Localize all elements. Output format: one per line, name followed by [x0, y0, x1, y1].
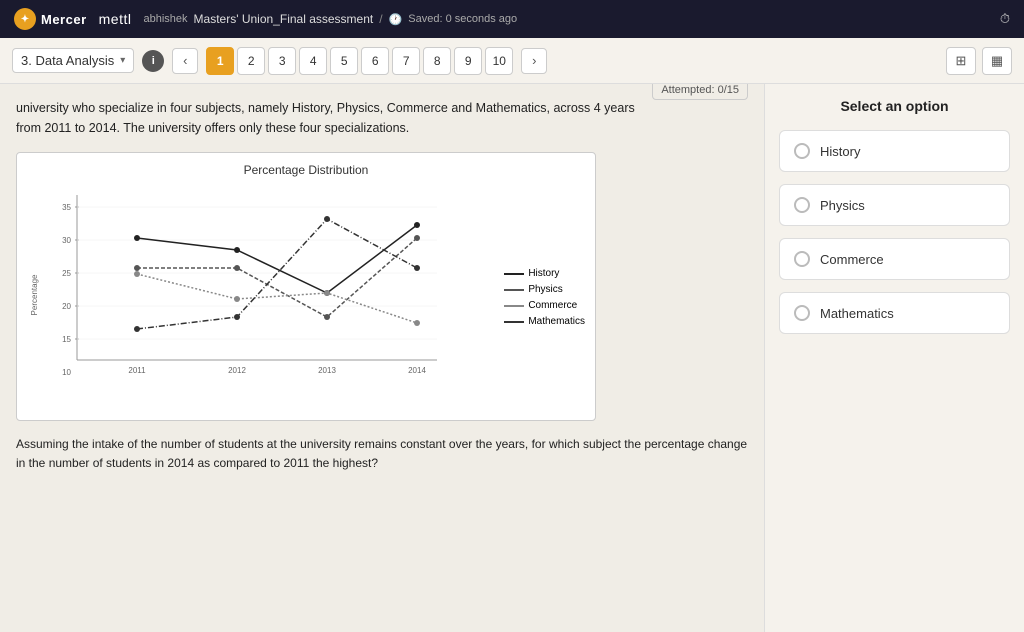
page-btn-7[interactable]: 7 [392, 47, 420, 75]
svg-text:25: 25 [62, 269, 71, 278]
page-btn-10[interactable]: 10 [485, 47, 513, 75]
toolbar: 3. Data Analysis ▾ i ‹ 12345678910 › ⊞ ▦ [0, 38, 1024, 84]
option-physics-label: Physics [820, 198, 865, 213]
legend-mathematics-label: Mathematics [528, 316, 585, 327]
option-commerce-radio[interactable] [794, 251, 810, 267]
svg-text:15: 15 [62, 335, 71, 344]
section-label: 3. Data Analysis [21, 53, 114, 68]
saved-status: Saved: 0 seconds ago [408, 13, 517, 25]
chart-title: Percentage Distribution [27, 163, 585, 177]
grid-view-button[interactable]: ⊞ [946, 47, 976, 75]
mercer-logo-icon: ✦ [14, 8, 36, 30]
svg-text:Percentage: Percentage [30, 274, 39, 315]
option-physics[interactable]: Physics [779, 184, 1010, 226]
mercer-logo: ✦ Mercer [14, 8, 87, 30]
legend-history-label: History [528, 268, 559, 279]
svg-text:2013: 2013 [318, 366, 336, 375]
chart-legend: History Physics Commerce Mathematics [498, 185, 585, 410]
info-button[interactable]: i [142, 50, 164, 72]
legend-commerce: Commerce [504, 300, 585, 311]
bottom-question: Assuming the intake of the number of stu… [16, 435, 748, 473]
prev-arrow-icon: ‹ [183, 53, 187, 68]
toolbar-right-icons: ⊞ ▦ [946, 47, 1012, 75]
svg-text:30: 30 [62, 236, 71, 245]
option-history-radio[interactable] [794, 143, 810, 159]
page-btn-8[interactable]: 8 [423, 47, 451, 75]
page-btn-5[interactable]: 5 [330, 47, 358, 75]
svg-text:35: 35 [62, 203, 71, 212]
chart-container: Percentage Distribution Percentage 35 30 [16, 152, 596, 421]
topbar: ✦ Mercer mettl abhishek Masters' Union_F… [0, 0, 1024, 38]
dropdown-arrow-icon: ▾ [120, 55, 125, 66]
legend-history: History [504, 268, 585, 279]
svg-text:20: 20 [62, 302, 71, 311]
option-history[interactable]: History [779, 130, 1010, 172]
mercer-brand: Mercer [41, 12, 87, 27]
info-icon: i [152, 55, 155, 67]
legend-physics: Physics [504, 284, 585, 295]
page-btn-3[interactable]: 3 [268, 47, 296, 75]
svg-text:2011: 2011 [128, 366, 146, 375]
page-btn-9[interactable]: 9 [454, 47, 482, 75]
page-btn-4[interactable]: 4 [299, 47, 327, 75]
option-history-label: History [820, 144, 860, 159]
chart-svg-area: Percentage 35 30 25 [27, 185, 488, 410]
table-icon: ▦ [991, 53, 1003, 69]
page-numbers: 12345678910 [206, 47, 513, 75]
option-mathematics-radio[interactable] [794, 305, 810, 321]
grid-icon: ⊞ [956, 53, 967, 69]
chart-wrapper: Percentage 35 30 25 [27, 185, 585, 410]
save-icon: 🕐 [389, 13, 403, 26]
right-panel: Select an option History Physics Commerc… [764, 84, 1024, 632]
question-text: university who specialize in four subjec… [16, 98, 748, 138]
assessment-path: Masters' Union_Final assessment [194, 12, 374, 26]
username: abhishek [143, 13, 187, 25]
option-commerce[interactable]: Commerce [779, 238, 1010, 280]
table-view-button[interactable]: ▦ [982, 47, 1012, 75]
option-mathematics[interactable]: Mathematics [779, 292, 1010, 334]
chart-svg: Percentage 35 30 25 [27, 185, 457, 405]
option-physics-radio[interactable] [794, 197, 810, 213]
page-btn-2[interactable]: 2 [237, 47, 265, 75]
path-separator: / [379, 12, 382, 26]
svg-text:2014: 2014 [408, 366, 426, 375]
option-mathematics-label: Mathematics [820, 306, 894, 321]
option-commerce-label: Commerce [820, 252, 884, 267]
legend-mathematics: Mathematics [504, 316, 585, 327]
prev-page-button[interactable]: ‹ [172, 48, 198, 74]
topbar-center: abhishek Masters' Union_Final assessment… [143, 12, 987, 26]
legend-commerce-label: Commerce [528, 300, 577, 311]
legend-physics-label: Physics [528, 284, 562, 295]
svg-text:2012: 2012 [228, 366, 246, 375]
attempted-badge: Attempted: 0/15 [652, 84, 748, 100]
select-option-title: Select an option [779, 98, 1010, 114]
page-btn-1[interactable]: 1 [206, 47, 234, 75]
page-btn-6[interactable]: 6 [361, 47, 389, 75]
section-dropdown[interactable]: 3. Data Analysis ▾ [12, 48, 134, 73]
topbar-timer: ⏱ [1000, 11, 1010, 27]
svg-text:10: 10 [62, 368, 71, 377]
main-content: Attempted: 0/15 university who specializ… [0, 84, 1024, 632]
left-panel: Attempted: 0/15 university who specializ… [0, 84, 764, 632]
next-page-button[interactable]: › [521, 48, 547, 74]
next-arrow-icon: › [532, 53, 536, 68]
mettl-brand: mettl [99, 11, 132, 27]
